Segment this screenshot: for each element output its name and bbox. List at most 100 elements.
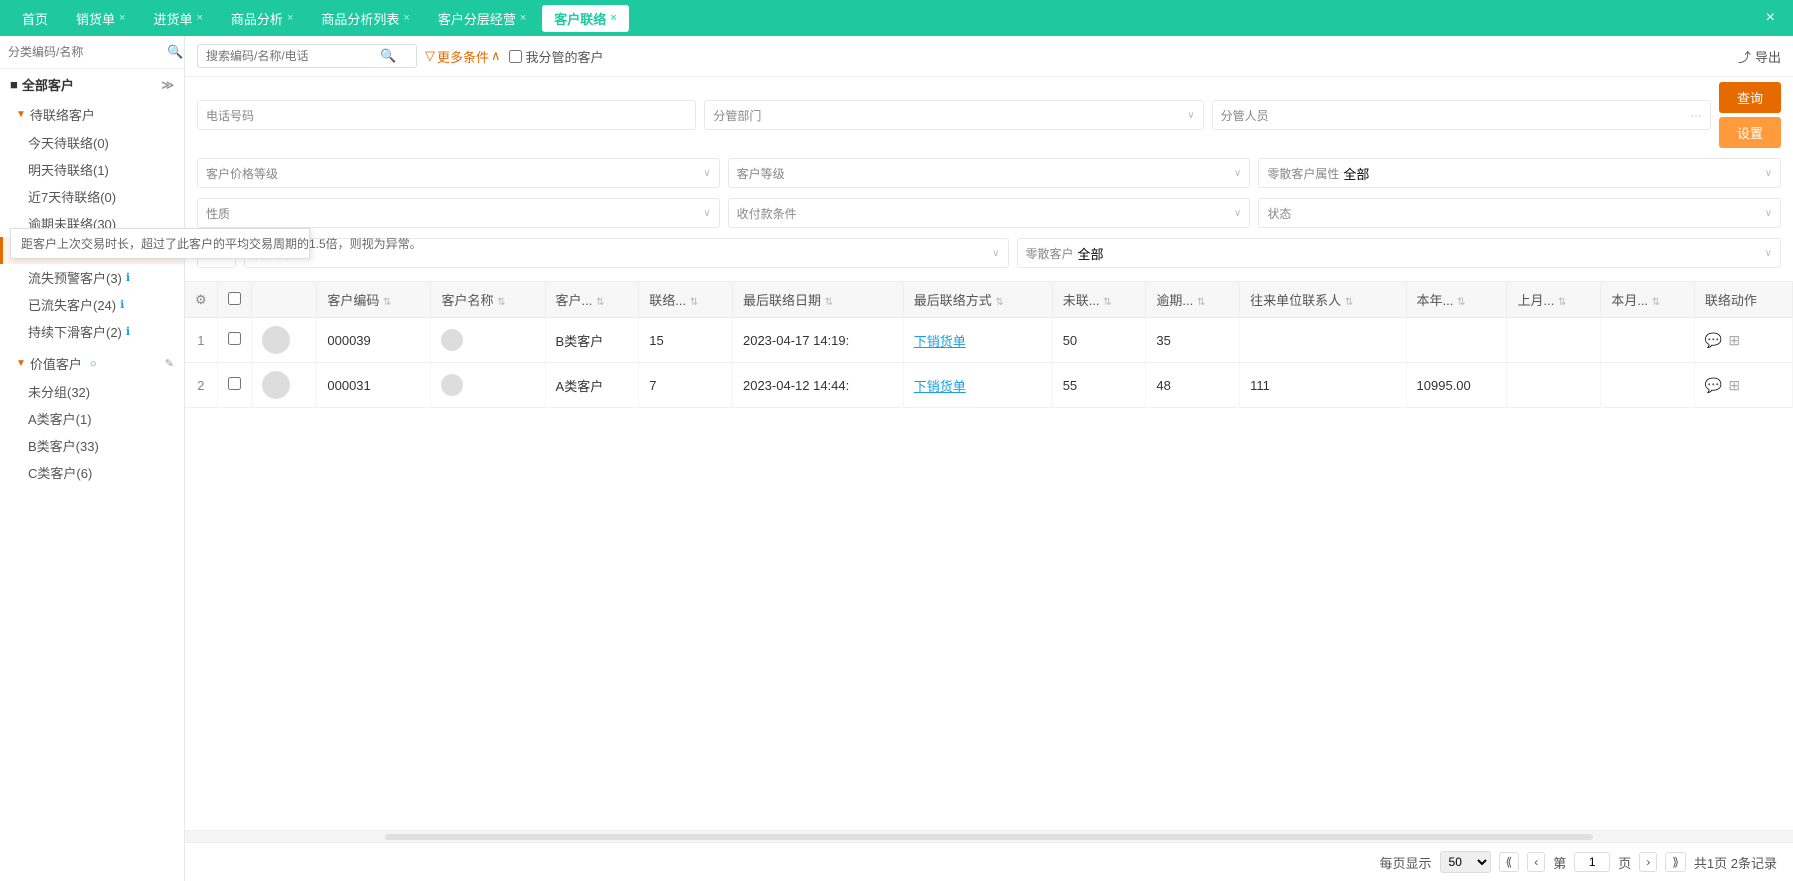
sort-this-month[interactable]: ⇅: [1652, 297, 1660, 308]
td-row2-checkbox[interactable]: [217, 363, 251, 408]
scroll-track[interactable]: [385, 834, 1593, 840]
td-row1-name[interactable]: [431, 318, 545, 363]
sidebar-item-tomorrow[interactable]: 明天待联络(1): [0, 156, 184, 183]
sidebar-all-customers[interactable]: ■ 全部客户 ≫: [0, 69, 184, 100]
sort-name[interactable]: ⇅: [497, 297, 505, 308]
th-last-date[interactable]: 最后联络日期 ⇅: [732, 282, 903, 318]
horizontal-scrollbar[interactable]: [185, 830, 1793, 842]
sort-this-year[interactable]: ⇅: [1457, 297, 1465, 308]
filter-nature[interactable]: 性质 ∨: [197, 198, 720, 228]
nav-customer-contact[interactable]: 客户联络 ×: [542, 5, 628, 32]
filter-retail-attr[interactable]: 零散客户属性 全部 ∨: [1258, 158, 1781, 188]
th-checkbox[interactable]: [217, 282, 251, 318]
sidebar-value-edit-icon[interactable]: ✎: [165, 357, 174, 370]
sort-last-date[interactable]: ⇅: [825, 297, 833, 308]
settings-button[interactable]: 设置: [1719, 117, 1781, 148]
td-row1-checkbox[interactable]: [217, 318, 251, 363]
filter-person[interactable]: 分管人员 ···: [1212, 100, 1711, 130]
th-last-month[interactable]: 上月... ⇅: [1507, 282, 1601, 318]
table-settings-icon[interactable]: ⚙: [195, 292, 207, 307]
nav-analysis-list[interactable]: 商品分析列表 ×: [309, 5, 421, 32]
nav-customer-contact-close[interactable]: ×: [610, 12, 616, 24]
filter-price-level[interactable]: 客户价格等级 ∨: [197, 158, 720, 188]
filter-payment[interactable]: 收付款条件 ∨: [728, 198, 1251, 228]
sort-code[interactable]: ⇅: [383, 297, 391, 308]
nav-purchase[interactable]: 进货单 ×: [141, 5, 214, 32]
page-prev-btn[interactable]: ‹: [1527, 852, 1545, 872]
th-this-year[interactable]: 本年... ⇅: [1406, 282, 1507, 318]
filter-dept[interactable]: 分管部门 ∨: [704, 100, 1203, 130]
row2-detail-icon[interactable]: ⊞: [1728, 377, 1740, 394]
sidebar-item-churn-warning[interactable]: 流失预警客户(3) ℹ: [0, 264, 184, 291]
filter-phone[interactable]: 电话号码: [197, 100, 696, 130]
sidebar-item-declining[interactable]: 持续下滑客户(2) ℹ: [0, 318, 184, 345]
nav-analysis[interactable]: 商品分析 ×: [219, 5, 305, 32]
sidebar-item-churned[interactable]: 已流失客户(24) ℹ: [0, 291, 184, 318]
th-no-contact[interactable]: 未联... ⇅: [1052, 282, 1146, 318]
nav-analysis-list-close[interactable]: ×: [403, 12, 409, 24]
window-close-button[interactable]: ×: [1758, 5, 1783, 31]
th-last-method[interactable]: 最后联络方式 ⇅: [903, 282, 1052, 318]
th-name[interactable]: 客户名称 ⇅: [431, 282, 545, 318]
sidebar-item-ungroup[interactable]: 未分组(32): [0, 378, 184, 405]
export-button[interactable]: ⤴ 导出: [1738, 47, 1781, 66]
sort-last-method[interactable]: ⇅: [995, 297, 1003, 308]
th-this-month[interactable]: 本月... ⇅: [1601, 282, 1695, 318]
row2-avatar: [262, 371, 290, 399]
search-bar-icon[interactable]: 🔍: [380, 48, 396, 64]
page-next-btn[interactable]: ›: [1639, 852, 1657, 872]
sidebar-item-today[interactable]: 今天待联络(0): [0, 129, 184, 156]
th-code[interactable]: 客户编码 ⇅: [317, 282, 431, 318]
sort-type[interactable]: ⇅: [596, 297, 604, 308]
td-row1-last-method[interactable]: 下销货单: [903, 318, 1052, 363]
sidebar-item-a-class[interactable]: A类客户(1): [0, 405, 184, 432]
sidebar-item-b-class[interactable]: B类客户(33): [0, 432, 184, 459]
sort-overdue[interactable]: ⇅: [1197, 297, 1205, 308]
sidebar-collapse-icon[interactable]: ≫: [161, 78, 174, 92]
page-first-btn[interactable]: ⟪: [1499, 852, 1520, 872]
per-page-select[interactable]: 50 100 200: [1440, 851, 1491, 873]
sidebar-search-input[interactable]: [8, 45, 163, 59]
td-row2-name[interactable]: [431, 363, 545, 408]
sidebar-waiting-header[interactable]: ▼ 待联络客户: [0, 100, 184, 129]
td-row2-code[interactable]: 000031: [317, 363, 431, 408]
nav-sales-close[interactable]: ×: [119, 12, 125, 24]
select-all-checkbox[interactable]: [228, 292, 241, 305]
filter-status[interactable]: 状态 ∨: [1258, 198, 1781, 228]
nav-purchase-close[interactable]: ×: [196, 12, 202, 24]
sort-unit-contact[interactable]: ⇅: [1345, 297, 1353, 308]
search-input[interactable]: [206, 49, 376, 63]
filter-customer-level[interactable]: 客户等级 ∨: [728, 158, 1251, 188]
page-last-btn[interactable]: ⟫: [1665, 852, 1686, 872]
td-row1-code[interactable]: 000039: [317, 318, 431, 363]
row2-contact-icon[interactable]: 💬: [1705, 377, 1722, 394]
nav-customer-segment[interactable]: 客户分层经营 ×: [426, 5, 538, 32]
my-customers-checkbox[interactable]: [509, 50, 522, 63]
nav-customer-segment-close[interactable]: ×: [520, 12, 526, 24]
nav-analysis-close[interactable]: ×: [287, 12, 293, 24]
page-input[interactable]: [1574, 852, 1610, 872]
sidebar-item-c-class[interactable]: C类客户(6): [0, 459, 184, 486]
row1-checkbox[interactable]: [228, 332, 241, 345]
row2-checkbox[interactable]: [228, 377, 241, 390]
th-type[interactable]: 客户... ⇅: [545, 282, 639, 318]
more-conditions-btn[interactable]: ▽ 更多条件 ∧: [425, 47, 501, 66]
row1-detail-icon[interactable]: ⊞: [1728, 332, 1740, 349]
nav-sales[interactable]: 销货单 ×: [64, 5, 137, 32]
th-overdue[interactable]: 逾期... ⇅: [1146, 282, 1240, 318]
sort-no-contact[interactable]: ⇅: [1103, 297, 1111, 308]
my-customers-toggle[interactable]: 我分管的客户: [509, 47, 604, 66]
sidebar-value-header[interactable]: ▼ 价值客户 ○ ✎: [0, 349, 184, 378]
th-settings[interactable]: ⚙: [185, 282, 217, 318]
row1-contact-icon[interactable]: 💬: [1705, 332, 1722, 349]
td-row2-last-method[interactable]: 下销货单: [903, 363, 1052, 408]
sort-contact[interactable]: ⇅: [690, 297, 698, 308]
th-contact-count[interactable]: 联络... ⇅: [639, 282, 733, 318]
query-button[interactable]: 查询: [1719, 82, 1781, 113]
th-unit-contact[interactable]: 往来单位联系人 ⇅: [1240, 282, 1406, 318]
filter-retail-customer[interactable]: 零散客户 全部 ∨: [1017, 238, 1782, 268]
sidebar-item-7days[interactable]: 近7天待联络(0): [0, 183, 184, 210]
sidebar-search-icon[interactable]: 🔍: [167, 44, 183, 60]
nav-home[interactable]: 首页: [10, 5, 60, 32]
sort-last-month[interactable]: ⇅: [1558, 297, 1566, 308]
